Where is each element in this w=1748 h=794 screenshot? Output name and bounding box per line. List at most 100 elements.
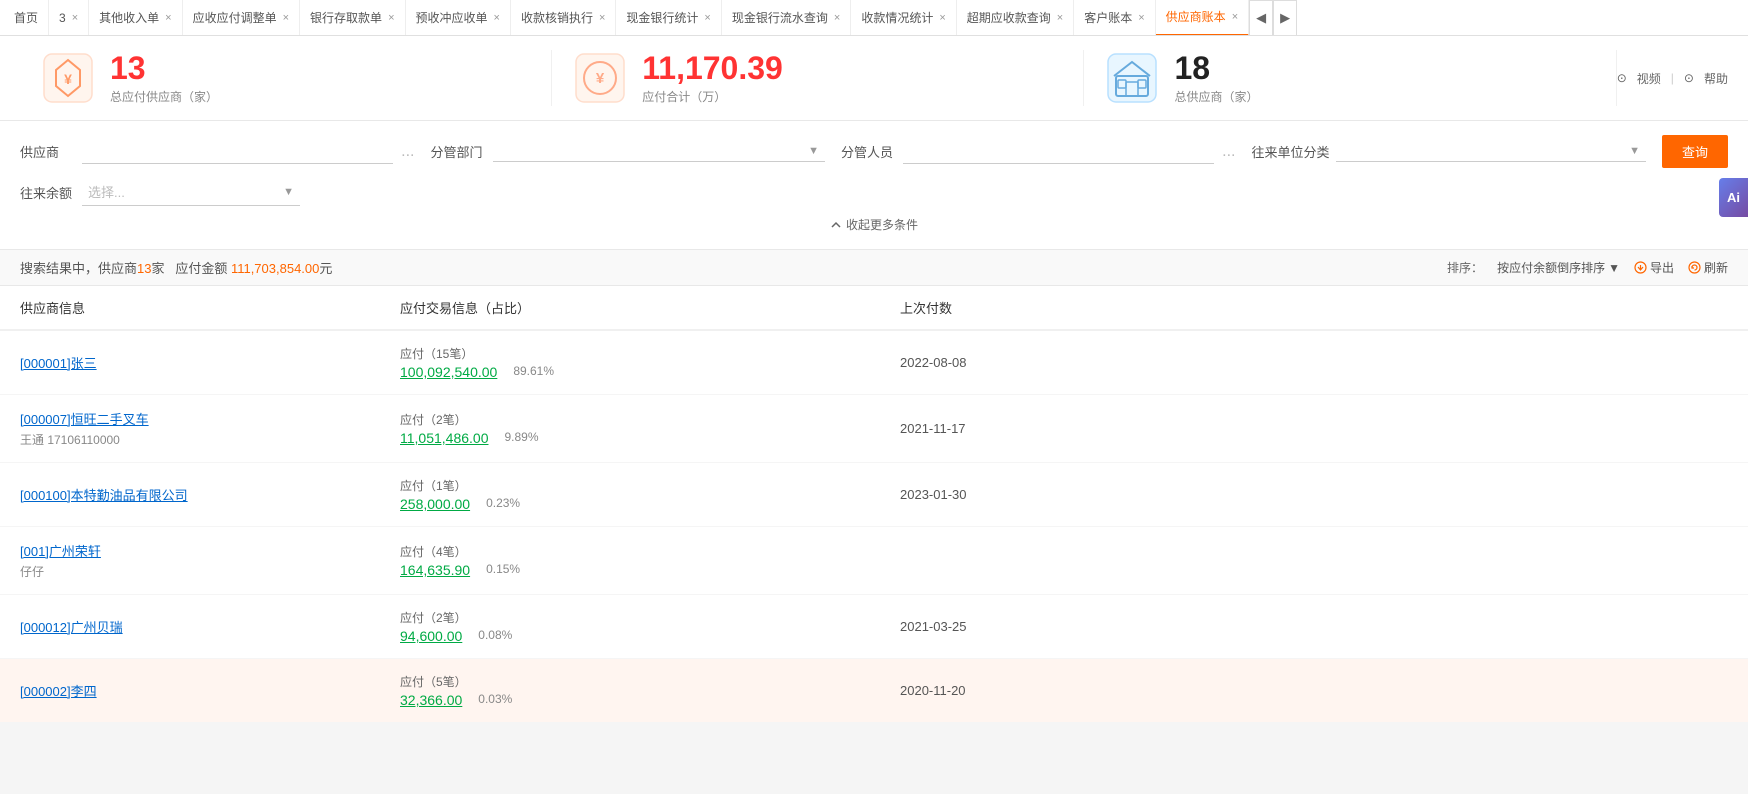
sort-select[interactable]: 按应付余额倒序排序 ▼ [1497,259,1620,276]
dept-filter-label: 分管部门 [431,142,487,161]
tx-label: 应付（5笔） [400,673,900,690]
sort-label: 排序： [1447,259,1483,276]
supplier-cell: [001]广州荣轩 仔仔 [20,541,400,580]
category-dropdown-icon: ▼ [1629,145,1640,157]
results-summary: 搜索结果中，供应商13家 应付金额 111,703,854.00元 [20,258,332,277]
payable-amount-label: 应付合计（万） [642,88,783,105]
tx-percent: 0.08% [478,628,512,642]
close-icon[interactable]: × [494,12,500,24]
transaction-cell: 应付（4笔） 164,635.90 0.15% [400,543,900,578]
tx-amount-link[interactable]: 100,092,540.00 [400,364,497,380]
close-icon[interactable]: × [1138,12,1144,24]
tx-amount-link[interactable]: 11,051,486.00 [400,430,489,446]
person-dots-icon[interactable]: ... [1222,143,1235,161]
nav-tab-collection-stat[interactable]: 收款情况统计 × [851,0,956,36]
category-select[interactable]: ▼ [1336,141,1646,162]
payable-suppliers-info: 13 总应付供应商（家） [110,52,218,105]
close-icon[interactable]: × [939,12,945,24]
close-icon[interactable]: × [1232,11,1238,23]
balance-select[interactable]: 选择... ▼ [82,178,300,206]
tx-amount-link[interactable]: 32,366.00 [400,692,462,708]
table-row: [000007]恒旺二手叉车 王通 17106110000 应付（2笔） 11,… [0,395,1748,463]
table-row: [000100]本特勤油品有限公司 应付（1笔） 258,000.00 0.23… [0,463,1748,527]
results-bar: 搜索结果中，供应商13家 应付金额 111,703,854.00元 排序： 按应… [0,250,1748,286]
col-header-transaction: 应付交易信息（占比） [400,298,900,317]
col-header-lastpay: 上次付数 [900,298,1728,317]
payable-suppliers-number: 13 [110,52,218,84]
supplier-input[interactable] [82,140,393,164]
supplier-name-link[interactable]: [000007]恒旺二手叉车 [20,409,400,428]
nav-tab-3[interactable]: 3 × [49,0,89,36]
supplier-contact: 王通 17106110000 [20,431,400,448]
results-actions: 排序： 按应付余额倒序排序 ▼ 导出 刷新 [1447,259,1728,276]
payable-amount-info: 11,170.39 应付合计（万） [642,52,783,105]
nav-tab-advance-offset[interactable]: 预收冲应收单 × [406,0,511,36]
close-icon[interactable]: × [72,12,78,24]
nav-tab-customer-ledger[interactable]: 客户账本 × [1074,0,1155,36]
dept-select[interactable]: ▼ [493,141,826,162]
tx-percent: 0.03% [478,692,512,706]
chevron-up-icon [830,219,842,231]
balance-dropdown-icon: ▼ [283,186,294,198]
transaction-cell: 应付（5笔） 32,366.00 0.03% [400,673,900,708]
nav-tab-cash-bank-stat[interactable]: 现金银行统计 × [616,0,721,36]
close-icon[interactable]: × [165,12,171,24]
divider: | [1671,71,1674,85]
nav-tab-cash-flow-query[interactable]: 现金银行流水查询 × [722,0,851,36]
data-table: 供应商信息 应付交易信息（占比） 上次付数 [000001]张三 应付（15笔）… [0,286,1748,723]
last-pay-date: 2021-11-17 [900,421,966,436]
tx-label: 应付（1笔） [400,477,900,494]
person-filter-label: 分管人员 [841,142,897,161]
nav-tab-collection-exec[interactable]: 收款核销执行 × [511,0,616,36]
filter-supplier: 供应商 ... [20,140,415,164]
supplier-name-link[interactable]: [000012]广州贝瑞 [20,617,400,636]
tx-amount-link[interactable]: 164,635.90 [400,562,470,578]
tx-amount-link[interactable]: 94,600.00 [400,628,462,644]
transaction-cell: 应付（2笔） 11,051,486.00 9.89% [400,411,900,446]
nav-tab-home[interactable]: 首页 [4,0,49,36]
svg-text:¥: ¥ [596,70,605,87]
supplier-name-link[interactable]: [000002]李四 [20,681,400,700]
close-icon[interactable]: × [704,12,710,24]
filter-area: 供应商 ... 分管部门 ▼ 分管人员 ... 往来单位分类 ▼ 查询 [0,121,1748,250]
supplier-dots-icon[interactable]: ... [401,143,414,161]
nav-tab-overdue-query[interactable]: 超期应收款查询 × [957,0,1074,36]
close-icon[interactable]: × [834,12,840,24]
tx-label: 应付（15笔） [400,345,900,362]
transaction-cell: 应付（2笔） 94,600.00 0.08% [400,609,900,644]
total-suppliers-info: 18 总供应商（家） [1174,52,1258,105]
close-icon[interactable]: × [388,12,394,24]
supplier-name-link[interactable]: [000001]张三 [20,353,400,372]
supplier-name-link[interactable]: [001]广州荣轩 [20,541,400,560]
nav-arrow-right[interactable]: ▶ [1273,0,1297,36]
table-header: 供应商信息 应付交易信息（占比） 上次付数 [0,286,1748,331]
person-input[interactable] [903,140,1214,164]
query-button[interactable]: 查询 [1662,135,1728,168]
refresh-icon [1688,261,1701,274]
help-icon: ⊙ [1684,71,1694,85]
payable-amount-icon: ¥ [572,50,628,106]
stat-total-suppliers: 18 总供应商（家） [1084,50,1616,106]
nav-arrow-left[interactable]: ◀ [1249,0,1273,36]
stats-bar: ¥ 13 总应付供应商（家） ¥ 11,170.39 应付合计（万） [0,36,1748,121]
ai-assistant-button[interactable]: Ai [1719,178,1748,217]
tx-percent: 0.23% [486,496,520,510]
nav-tab-other-income[interactable]: 其他收入单 × [89,0,182,36]
close-icon[interactable]: × [283,12,289,24]
close-icon[interactable]: × [1057,12,1063,24]
supplier-cell: [000012]广州贝瑞 [20,617,400,636]
video-link[interactable]: 视频 [1637,70,1661,87]
help-link[interactable]: 帮助 [1704,70,1728,87]
supplier-name-link[interactable]: [000100]本特勤油品有限公司 [20,485,400,504]
nav-tab-ar-ap-adjust[interactable]: 应收应付调整单 × [183,0,300,36]
lastpay-cell: 2021-03-25 [900,619,1728,634]
close-icon[interactable]: × [599,12,605,24]
export-icon [1634,261,1647,274]
refresh-button[interactable]: 刷新 [1688,259,1728,276]
nav-tab-bank-deposit[interactable]: 银行存取款单 × [300,0,405,36]
collapse-filter-button[interactable]: 收起更多条件 [20,216,1728,233]
table-row: [000002]李四 应付（5笔） 32,366.00 0.03% 2020-1… [0,659,1748,723]
tx-amount-link[interactable]: 258,000.00 [400,496,470,512]
nav-tab-supplier-ledger[interactable]: 供应商账本 × [1156,0,1249,36]
export-button[interactable]: 导出 [1634,259,1674,276]
